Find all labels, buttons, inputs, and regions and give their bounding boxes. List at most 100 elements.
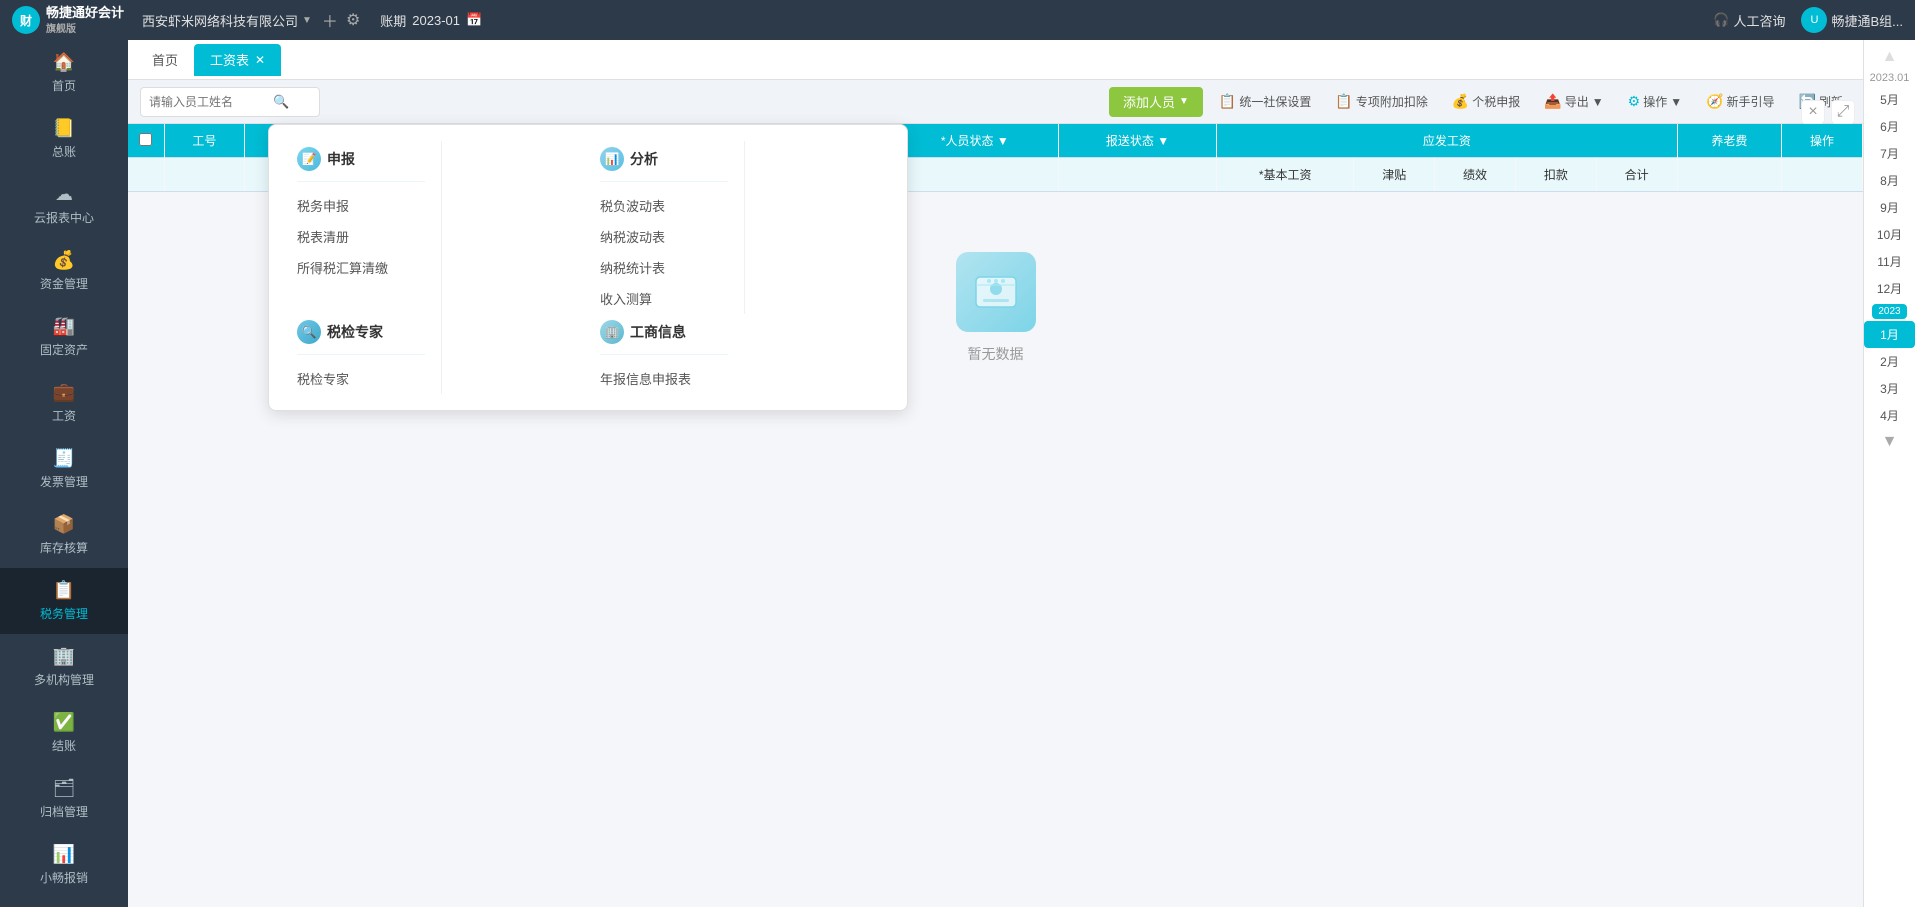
th-sub-empty1 — [128, 158, 164, 192]
menu-item-tax-burden[interactable]: 税负波动表 — [600, 190, 728, 221]
tab-home-label: 首页 — [152, 50, 178, 69]
sidebar-item-ledger[interactable]: 📒 总账 — [0, 106, 128, 172]
calendar-nav-up-button[interactable]: ▲ — [1878, 44, 1902, 70]
export-label: 导出 — [1565, 93, 1589, 110]
tab-close-icon[interactable]: ✕ — [255, 53, 265, 67]
user-profile[interactable]: U 畅捷通B组... — [1801, 7, 1903, 33]
cal-month-1[interactable]: 1月 — [1864, 321, 1915, 348]
cal-month-11[interactable]: 11月 — [1864, 248, 1915, 275]
menu-item-annual-report[interactable]: 年报信息申报表 — [600, 363, 728, 394]
th-sub-empty9 — [1058, 158, 1216, 192]
divider2 — [744, 141, 745, 314]
report-icon: 📊 — [53, 844, 75, 865]
export-button[interactable]: 📤 导出 ▼ — [1536, 87, 1611, 117]
menu-item-tax-expert[interactable]: 税检专家 — [297, 363, 425, 394]
social-insurance-icon: 📋 — [1219, 93, 1236, 110]
right-calendar-sidebar: ▲ 2023.01 5月 6月 7月 8月 9月 10月 11月 12月 202… — [1863, 40, 1915, 907]
sidebar-item-cloud[interactable]: ☁ 云报表中心 — [0, 172, 128, 238]
user-avatar: U — [1801, 7, 1827, 33]
sidebar-item-archive[interactable]: 🗂 归档管理 — [0, 766, 128, 832]
add-person-label: 添加人员 — [1123, 92, 1175, 111]
company-selector[interactable]: 西安虾米网络科技有限公司 ▼ — [142, 11, 312, 30]
report-status-filter-icon[interactable]: ▼ — [1157, 134, 1169, 148]
operate-arrow-icon: ▼ — [1670, 95, 1682, 109]
sidebar-item-ledger-label: 总账 — [52, 143, 76, 160]
add-person-button[interactable]: 添加人员 ▼ — [1109, 87, 1203, 117]
person-status-filter-icon[interactable]: ▼ — [997, 134, 1009, 148]
sidebar-item-basic[interactable]: ⚙ 基础设置 — [0, 898, 128, 907]
cal-month-9[interactable]: 9月 — [1864, 194, 1915, 221]
search-wrap: 🔍 — [140, 87, 320, 117]
sidebar-item-archive-label: 归档管理 — [40, 803, 88, 820]
menu-item-tax-stats[interactable]: 纳税统计表 — [600, 252, 728, 283]
sidebar-item-tax[interactable]: 📋 税务管理 — [0, 568, 128, 634]
sidebar-item-multi[interactable]: 🏢 多机构管理 — [0, 634, 128, 700]
settle-icon: ✅ — [53, 712, 75, 733]
menu-item-tax-declare[interactable]: 税务申报 — [297, 190, 425, 221]
th-sub-pension — [1677, 158, 1781, 192]
menu-item-tax-wave[interactable]: 纳税波动表 — [600, 221, 728, 252]
cal-month-8[interactable]: 8月 — [1864, 167, 1915, 194]
multi-icon: 🏢 — [53, 646, 75, 667]
select-all-checkbox[interactable] — [139, 133, 152, 146]
social-insurance-button[interactable]: 📋 统一社保设置 — [1211, 87, 1319, 117]
expert-section-icon: 🔍 — [297, 320, 321, 344]
cal-month-7[interactable]: 7月 — [1864, 140, 1915, 167]
toolbar: 🔍 添加人员 ▼ 📋 统一社保设置 📋 专项附加扣除 💰 个税申报 📤 导出 — [128, 80, 1863, 124]
declare-section-icon: 📝 — [297, 147, 321, 171]
search-input[interactable] — [149, 95, 269, 109]
add-person-arrow-icon: ▼ — [1179, 96, 1189, 107]
app-title: 畅捷通好会计 — [46, 5, 124, 21]
operate-button[interactable]: ⚙ 操作 ▼ — [1620, 87, 1690, 117]
sidebar-item-settle[interactable]: ✅ 结账 — [0, 700, 128, 766]
cal-month-3[interactable]: 3月 — [1864, 375, 1915, 402]
sidebar-item-salary[interactable]: 💼 工资 — [0, 370, 128, 436]
cal-month-2[interactable]: 2月 — [1864, 348, 1915, 375]
cal-month-12[interactable]: 12月 — [1864, 275, 1915, 302]
top-bar: 财 畅捷通好会计 旗舰版 西安虾米网络科技有限公司 ▼ ＋ ⚙ 账期 2023-… — [0, 0, 1915, 40]
company-settings-icon[interactable]: ⚙ — [346, 10, 360, 30]
support-button[interactable]: 🎧 人工咨询 — [1713, 11, 1785, 30]
tab-salary[interactable]: 工资表 ✕ — [194, 44, 281, 76]
menu-section-declare-title: 📝 申报 — [297, 141, 425, 182]
sidebar-item-salary-label: 工资 — [52, 407, 76, 424]
cal-month-5[interactable]: 5月 — [1864, 86, 1915, 113]
tab-home[interactable]: 首页 — [136, 44, 194, 76]
cal-month-10[interactable]: 10月 — [1864, 221, 1915, 248]
declare-title-label: 申报 — [327, 149, 355, 169]
th-basic-wage: *基本工资 — [1217, 158, 1354, 192]
right-calendar-year-2023-before: 2023.01 — [1870, 72, 1910, 84]
th-checkbox — [128, 124, 164, 158]
home-icon: 🏠 — [53, 52, 75, 73]
period-display: 账期 2023-01 📅 — [380, 11, 482, 30]
menu-item-income-tax-settle[interactable]: 所得税汇算清缴 — [297, 252, 425, 283]
cal-month-4[interactable]: 4月 — [1864, 402, 1915, 429]
sidebar-item-inventory[interactable]: 📦 库存核算 — [0, 502, 128, 568]
sidebar-item-home[interactable]: 🏠 首页 — [0, 40, 128, 106]
tab-bar: 首页 工资表 ✕ × ⤢ — [128, 40, 1863, 80]
personal-tax-button[interactable]: 💰 个税申报 — [1444, 87, 1528, 117]
menu-section-expert-title: 🔍 税检专家 — [297, 314, 425, 355]
menu-section-biz: 🏢 工商信息 年报信息申报表 — [588, 314, 740, 394]
sidebar-item-funds[interactable]: 💰 资金管理 — [0, 238, 128, 304]
sidebar-item-report[interactable]: 📊 小畅报销 — [0, 832, 128, 898]
add-company-button[interactable]: ＋ — [322, 8, 338, 32]
resize-button[interactable]: ⤢ — [1831, 100, 1855, 124]
cal-month-6[interactable]: 6月 — [1864, 113, 1915, 140]
company-name: 西安虾米网络科技有限公司 — [142, 11, 298, 30]
empty-message: 暂无数据 — [968, 344, 1024, 364]
newbie-guide-button[interactable]: 🧭 新手引导 — [1698, 87, 1782, 117]
calendar-icon[interactable]: 📅 — [466, 12, 482, 28]
menu-item-tax-table[interactable]: 税表清册 — [297, 221, 425, 252]
main-layout: 🏠 首页 📒 总账 ☁ 云报表中心 💰 资金管理 🏭 固定资产 💼 工资 🧾 发… — [0, 40, 1915, 907]
sidebar-item-invoice[interactable]: 🧾 发票管理 — [0, 436, 128, 502]
calendar-nav-down-button[interactable]: ▼ — [1878, 429, 1902, 455]
headset-icon: 🎧 — [1713, 12, 1729, 28]
close-button[interactable]: × — [1801, 100, 1825, 124]
menu-section-analysis-title: 📊 分析 — [600, 141, 728, 182]
sidebar-item-assets[interactable]: 🏭 固定资产 — [0, 304, 128, 370]
special-deduction-button[interactable]: 📋 专项附加扣除 — [1327, 87, 1435, 117]
operate-label: 操作 — [1643, 93, 1667, 110]
logo-icon: 财 — [12, 6, 40, 34]
menu-item-income-estimate[interactable]: 收入测算 — [600, 283, 728, 314]
